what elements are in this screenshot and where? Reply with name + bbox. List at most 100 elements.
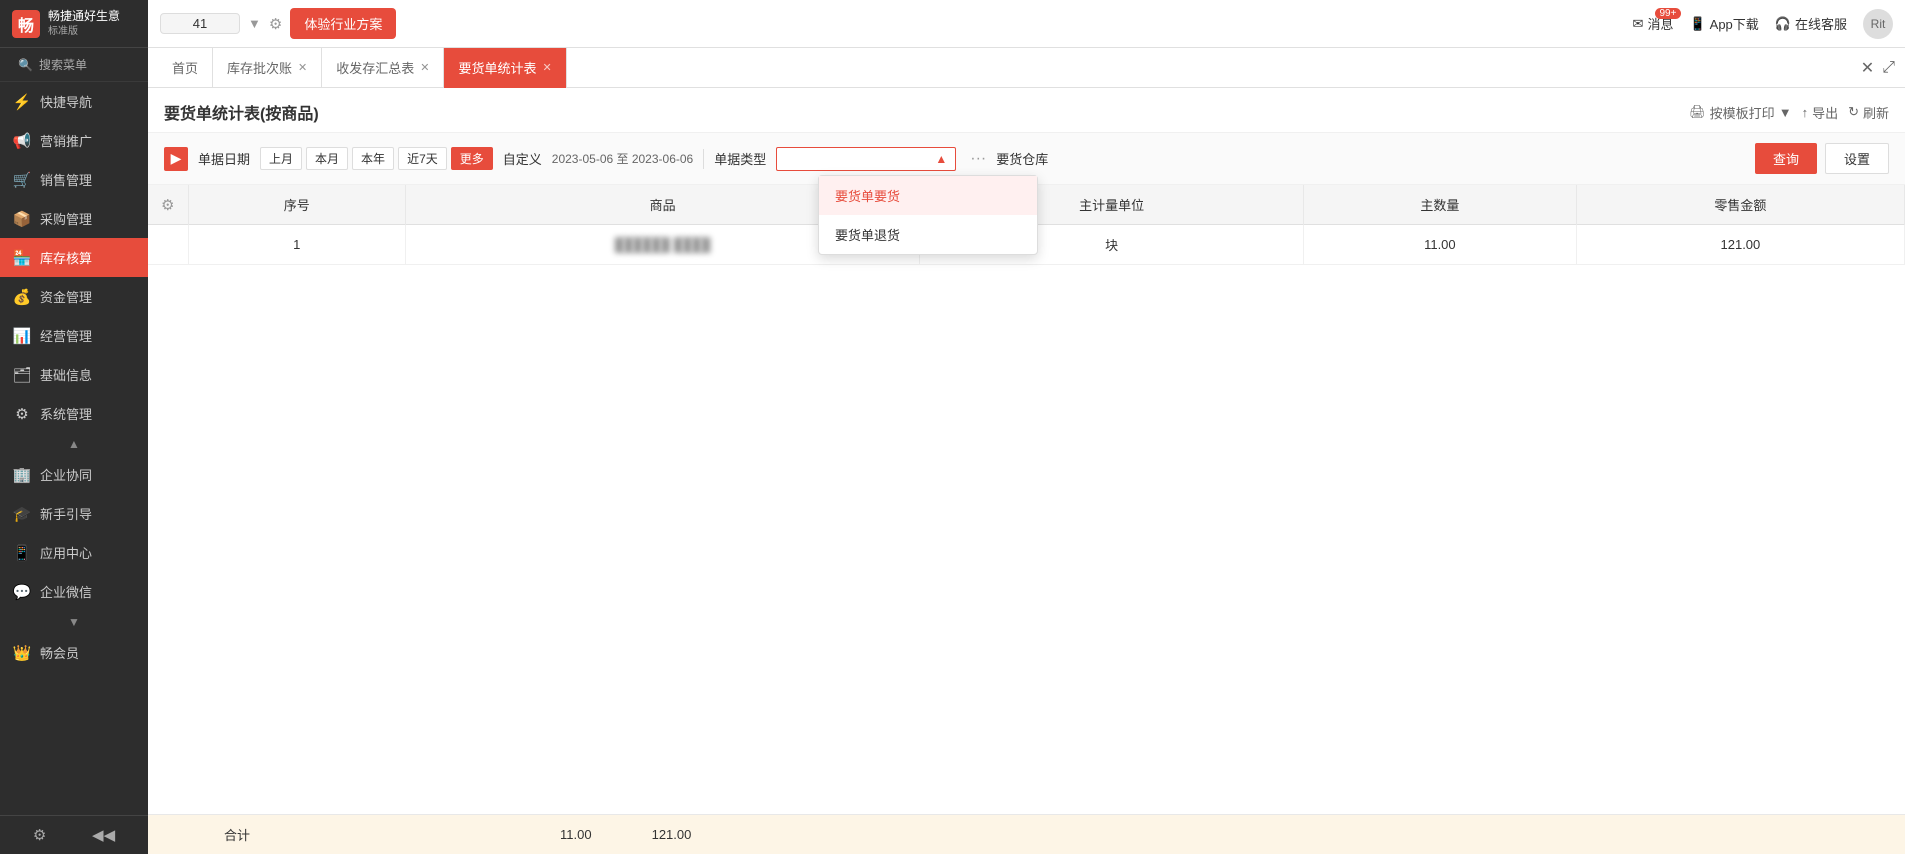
logo-line1: 畅捷通好生意 <box>48 9 120 25</box>
footer-label: 合计 <box>224 825 250 844</box>
export-btn[interactable]: ↑ 导出 <box>1802 103 1839 122</box>
filter-date-range: 2023-05-06 至 2023-06-06 <box>552 150 693 167</box>
marketing-icon: 📢 <box>12 132 32 150</box>
sidebar-item-enterprise[interactable]: 🏢 企业协同 <box>0 455 148 494</box>
sidebar-logo: 畅 畅捷通好生意 标准版 <box>0 0 148 48</box>
filter-bar: ▶ 单据日期 上月 本月 本年 近7天 更多 自定义 2023-05-06 至 … <box>148 133 1905 185</box>
filter-this-month-btn[interactable]: 本月 <box>306 147 348 170</box>
tab-home[interactable]: 首页 <box>158 48 213 88</box>
topbar-dropdown-icon[interactable]: ▼ <box>248 16 261 31</box>
date-label: 单据日期 <box>198 149 250 168</box>
filter-recent-7-btn[interactable]: 近7天 <box>398 147 447 170</box>
filter-expand-btn[interactable]: ▶ <box>164 147 188 171</box>
sidebar-item-label: 采购管理 <box>40 209 92 228</box>
filter-more-btn[interactable]: 更多 <box>451 147 493 170</box>
service-icon: 🎧 <box>1775 16 1791 32</box>
settings-btn[interactable]: 设置 <box>1825 143 1889 174</box>
sidebar-item-label: 企业微信 <box>40 582 92 601</box>
sidebar-item-inventory[interactable]: 🏪 库存核算 <box>0 238 148 277</box>
sales-icon: 🛒 <box>12 171 32 189</box>
type-select-arrow-icon: ▲ <box>935 152 947 166</box>
filter-date-btns: 上月 本月 本年 近7天 更多 <box>260 147 493 170</box>
app-download-btn[interactable]: 📱 App下载 <box>1689 14 1758 33</box>
sidebar-item-marketing[interactable]: 📢 营销推广 <box>0 121 148 160</box>
sidebar-item-label: 营销推广 <box>40 131 92 150</box>
search-label: 搜索菜单 <box>39 56 87 73</box>
filter-actions: 查询 设置 <box>1755 143 1889 174</box>
sidebar-item-operations[interactable]: 📊 经营管理 <box>0 316 148 355</box>
page-inner: 要货单统计表(按商品) 🖨 按模板打印 ▼ ↑ 导出 ↻ 刷新 <box>148 88 1905 854</box>
sidebar-item-appstore[interactable]: 📱 应用中心 <box>0 533 148 572</box>
sidebar-item-weixin[interactable]: 💬 企业微信 <box>0 572 148 611</box>
filter-last-month-btn[interactable]: 上月 <box>260 147 302 170</box>
main-content: 41 ▼ ⚙ 体验行业方案 ✉ 消息 99+ 📱 App下载 🎧 在线客服 Ri… <box>148 0 1905 854</box>
print-label: 按模板打印 <box>1710 103 1775 122</box>
topbar-gear-icon[interactable]: ⚙ <box>269 15 282 33</box>
avatar-text: Rit <box>1871 17 1886 31</box>
topbar: 41 ▼ ⚙ 体验行业方案 ✉ 消息 99+ 📱 App下载 🎧 在线客服 Ri… <box>148 0 1905 48</box>
dropdown-item-order[interactable]: 要货单要货 <box>819 176 1037 215</box>
settings-icon[interactable]: ⚙ <box>33 826 46 844</box>
filter-type-select[interactable]: ▲ <box>776 147 956 171</box>
sidebar-item-member[interactable]: 👑 畅会员 <box>0 633 148 672</box>
sidebar-item-system[interactable]: ⚙ 系统管理 <box>0 394 148 433</box>
user-avatar[interactable]: Rit <box>1863 9 1893 39</box>
tab-expand-icon[interactable]: ⤢ <box>1882 59 1895 77</box>
export-label: 导出 <box>1812 103 1838 122</box>
purchase-icon: 📦 <box>12 210 32 228</box>
scroll-up-arrow[interactable]: ▲ <box>0 433 148 455</box>
sidebar-item-sales[interactable]: 🛒 销售管理 <box>0 160 148 199</box>
refresh-btn[interactable]: ↻ 刷新 <box>1848 103 1889 122</box>
operations-icon: 📊 <box>12 327 32 345</box>
sidebar-nav: ⚡ 快捷导航 📢 营销推广 🛒 销售管理 📦 采购管理 🏪 库存核算 💰 资金管… <box>0 82 148 815</box>
sidebar-item-label: 系统管理 <box>40 404 92 423</box>
trial-btn[interactable]: 体验行业方案 <box>290 8 396 39</box>
search-menu[interactable]: 🔍 搜索菜单 <box>0 48 148 82</box>
filter-more-dots-icon[interactable]: ··· <box>970 150 986 168</box>
sidebar-item-purchase[interactable]: 📦 采购管理 <box>0 199 148 238</box>
tab-batch[interactable]: 库存批次账 ✕ <box>213 48 322 88</box>
collapse-icon[interactable]: ◀◀ <box>92 826 115 844</box>
member-icon: 👑 <box>12 644 32 662</box>
finance-icon: 💰 <box>12 288 32 306</box>
sidebar-item-label: 资金管理 <box>40 287 92 306</box>
td-qty: 11.00 <box>1303 225 1576 265</box>
app-label: App下载 <box>1710 14 1759 33</box>
service-btn[interactable]: 🎧 在线客服 <box>1775 14 1847 33</box>
weixin-icon: 💬 <box>12 583 32 601</box>
print-icon: 🖨 <box>1689 104 1706 120</box>
tab-batch-close[interactable]: ✕ <box>298 61 307 74</box>
tab-close-icon[interactable]: ✕ <box>1861 58 1874 78</box>
query-btn[interactable]: 查询 <box>1755 143 1817 174</box>
message-badge: 99+ <box>1655 8 1682 19</box>
sidebar-item-finance[interactable]: 💰 资金管理 <box>0 277 148 316</box>
tab-summary[interactable]: 收发存汇总表 ✕ <box>322 48 444 88</box>
scroll-down-arrow[interactable]: ▼ <box>0 611 148 633</box>
sidebar-item-label: 快捷导航 <box>40 92 92 111</box>
footer-qty: 11.00 <box>560 827 592 842</box>
sidebar-item-label: 新手引导 <box>40 504 92 523</box>
print-btn[interactable]: 🖨 按模板打印 ▼ <box>1689 103 1791 122</box>
enterprise-icon: 🏢 <box>12 466 32 484</box>
refresh-label: 刷新 <box>1863 103 1889 122</box>
filter-this-year-btn[interactable]: 本年 <box>352 147 394 170</box>
tab-batch-label: 库存批次账 <box>227 58 292 77</box>
tab-order-stats[interactable]: 要货单统计表 ✕ <box>444 48 566 88</box>
warehouse-label: 要货仓库 <box>996 149 1048 168</box>
dropdown-item-return[interactable]: 要货单退货 <box>819 215 1037 254</box>
sidebar-item-basic[interactable]: 🗂 基础信息 <box>0 355 148 394</box>
logo-icon: 畅 <box>12 10 40 38</box>
type-dropdown: 要货单要货 要货单退货 <box>818 175 1038 255</box>
message-btn[interactable]: ✉ 消息 99+ <box>1633 14 1674 33</box>
tab-order-stats-close[interactable]: ✕ <box>543 61 552 74</box>
sidebar-item-quick-nav[interactable]: ⚡ 快捷导航 <box>0 82 148 121</box>
table-footer: 合计 11.00 121.00 <box>148 814 1905 854</box>
tab-home-label: 首页 <box>172 58 198 77</box>
th-settings[interactable]: ⚙ <box>148 185 188 225</box>
sidebar-item-label: 应用中心 <box>40 543 92 562</box>
message-icon: ✉ <box>1633 16 1644 32</box>
print-dropdown-icon[interactable]: ▼ <box>1779 105 1792 120</box>
tab-summary-close[interactable]: ✕ <box>420 61 429 74</box>
table-settings-icon[interactable]: ⚙ <box>161 197 174 214</box>
sidebar-item-guide[interactable]: 🎓 新手引导 <box>0 494 148 533</box>
